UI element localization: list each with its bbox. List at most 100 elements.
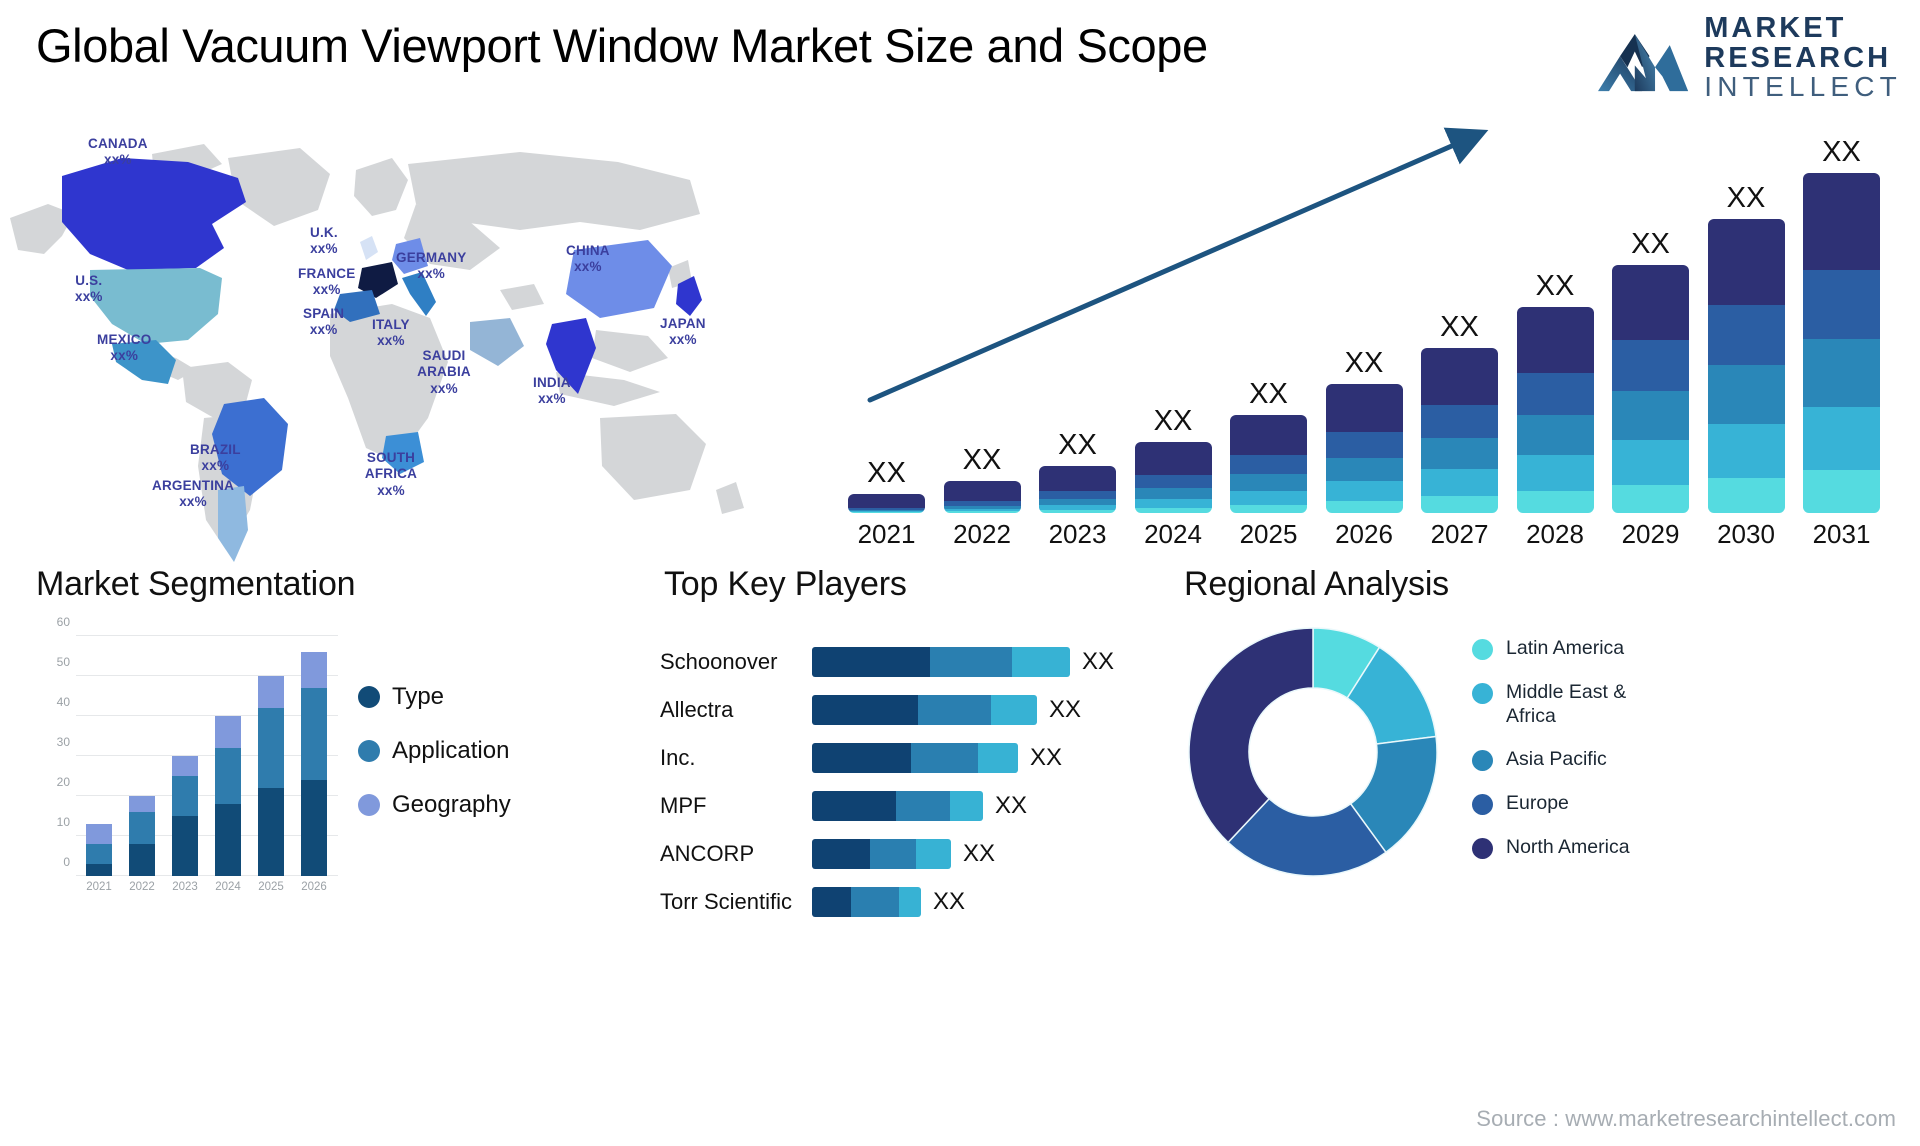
legend-dot-icon xyxy=(358,794,380,816)
map-label-france: FRANCE xx% xyxy=(298,266,355,299)
map-label-italy-name: ITALY xyxy=(372,317,410,332)
growth-segment-segment-5 xyxy=(1134,507,1212,513)
growth-bar-stack xyxy=(1803,173,1880,513)
growth-bar-stack xyxy=(943,481,1021,513)
regional-analysis-title: Regional Analysis xyxy=(1184,565,1449,603)
segmentation-segment-type xyxy=(172,816,198,876)
player-name-label: MPF xyxy=(660,793,707,818)
growth-segment-segment-4 xyxy=(1134,499,1212,508)
growth-bar-value-2023: XX xyxy=(1058,429,1097,462)
growth-segment-segment-3 xyxy=(1421,438,1498,470)
growth-year-label-2027: 2027 xyxy=(1430,519,1489,549)
map-label-mexico-name: MEXICO xyxy=(97,332,152,347)
header: Global Vacuum Viewport Window Market Siz… xyxy=(0,0,1920,120)
segmentation-y-tick: 40 xyxy=(56,695,70,709)
map-label-saudi-arabia: SAUDI ARABIA xx% xyxy=(410,348,478,397)
regional-legend: Latin America Middle East & Africa Asia Pa… xyxy=(1472,637,1656,880)
growth-year-label-2024: 2024 xyxy=(1144,519,1202,549)
map-label-india-name: INDIA xyxy=(533,375,571,390)
player-name-label: Inc. xyxy=(660,745,696,770)
segmentation-segment-application xyxy=(258,708,284,788)
growth-segment-segment-2 xyxy=(1707,305,1785,366)
growth-segment-segment-5 xyxy=(1516,490,1594,513)
map-label-china-name: CHINA xyxy=(566,243,610,258)
growth-segment-segment-4 xyxy=(1803,406,1880,470)
player-bar xyxy=(812,839,951,869)
legend-dot-icon xyxy=(1472,750,1493,772)
segmentation-segment-geography xyxy=(172,756,198,776)
segmentation-legend-label: Type xyxy=(392,683,445,710)
segmentation-segment-application xyxy=(301,688,327,780)
growth-segment-segment-2 xyxy=(1039,491,1116,500)
growth-year-label-2029: 2029 xyxy=(1621,519,1680,549)
player-bar xyxy=(812,791,983,821)
growth-bar-2025: XX 2025 xyxy=(1230,378,1307,549)
regional-donut-chart xyxy=(1188,627,1438,877)
regional-legend-item-latin-america[interactable]: Latin America xyxy=(1472,637,1656,661)
market-segmentation-title: Market Segmentation xyxy=(36,565,356,603)
map-label-japan: JAPAN xx% xyxy=(660,316,706,349)
segmentation-legend-item-type[interactable]: Type xyxy=(358,683,511,711)
segmentation-y-tick: 20 xyxy=(56,775,70,789)
segmentation-segment-application xyxy=(172,776,198,816)
regional-legend-label: North America xyxy=(1506,835,1630,858)
segmentation-segment-type xyxy=(258,788,284,876)
growth-segment-segment-5 xyxy=(1325,500,1403,513)
segmentation-segment-application xyxy=(129,812,155,844)
growth-bar-stack xyxy=(1134,442,1212,513)
map-label-france-name: FRANCE xyxy=(298,266,356,281)
player-value-label: XX xyxy=(933,888,966,915)
map-label-uk-value: xx% xyxy=(310,241,338,257)
player-value-label: XX xyxy=(995,792,1028,819)
regional-legend-item-europe[interactable]: Europe xyxy=(1472,792,1656,816)
growth-segment-segment-1 xyxy=(1707,219,1785,306)
growth-segment-segment-2 xyxy=(1421,404,1498,439)
player-row: Inc. XX xyxy=(620,734,1140,782)
segmentation-legend-item-geography[interactable]: Geography xyxy=(358,791,511,819)
growth-bar-2023: XX 2023 xyxy=(1039,429,1116,549)
player-value-label: XX xyxy=(1030,744,1063,771)
growth-year-label-2023: 2023 xyxy=(1048,519,1107,549)
donut-slice-north-america[interactable] xyxy=(1188,627,1314,844)
regional-legend-item-middle-east-africa[interactable]: Middle East & Africa xyxy=(1472,681,1656,729)
player-row: Schoonover XX xyxy=(620,638,1140,686)
player-row: MPF XX xyxy=(620,782,1140,830)
segmentation-bar-stack xyxy=(172,756,198,876)
segmentation-x-label-2024: 2024 xyxy=(215,881,241,893)
growth-segment-segment-5 xyxy=(943,511,1021,513)
segmentation-segment-geography xyxy=(301,652,327,688)
growth-year-label-2022: 2022 xyxy=(953,519,1011,549)
segmentation-segment-application xyxy=(215,748,241,804)
player-bar-segment-2 xyxy=(851,887,899,917)
growth-segment-segment-4 xyxy=(1516,455,1594,491)
player-bar-segment-1 xyxy=(812,647,930,677)
map-label-france-value: xx% xyxy=(312,282,341,298)
top-key-players-panel: Top Key Players Schoonover XX Allectra XX In… xyxy=(620,565,1140,925)
segmentation-segment-geography xyxy=(258,676,284,708)
segmentation-legend-item-application[interactable]: Application xyxy=(358,737,511,765)
regional-legend-item-north-america[interactable]: North America xyxy=(1472,836,1656,860)
segmentation-gridline xyxy=(76,675,338,676)
legend-dot-icon xyxy=(358,686,380,708)
legend-dot-icon xyxy=(1472,639,1493,660)
regional-analysis-panel: Regional Analysis Latin America Middle Ea… xyxy=(1140,565,1920,925)
segmentation-y-tick: 60 xyxy=(56,615,70,629)
regional-legend-item-asia-pacific[interactable]: Asia Pacific xyxy=(1472,748,1656,772)
player-bar-segment-2 xyxy=(930,647,1012,677)
map-label-mexico-value: xx% xyxy=(110,348,139,364)
segmentation-segment-type xyxy=(301,780,327,876)
growth-segment-segment-1 xyxy=(1325,383,1403,433)
players-list: Schoonover XX Allectra XX Inc. XX MPF XX ANCORP X… xyxy=(620,638,1140,926)
growth-segment-segment-4 xyxy=(1612,439,1689,485)
player-bar-segment-2 xyxy=(918,695,991,725)
segmentation-y-tick: 50 xyxy=(56,655,70,669)
growth-bars-container: XX 2021 XX 2022 XX 2023 XX 2024 XX 2025 XX 2026 XX 20… xyxy=(820,120,1920,565)
growth-bar-2029: XX 2029 xyxy=(1612,228,1689,549)
growth-bar-2026: XX 2026 xyxy=(1325,347,1403,549)
map-label-argentina-value: xx% xyxy=(179,494,207,510)
growth-bar-stack xyxy=(848,493,925,513)
segmentation-bar-stack xyxy=(301,652,327,876)
growth-segment-segment-5 xyxy=(1421,496,1498,513)
segmentation-bar-stack xyxy=(86,824,112,876)
player-bar-segment-1 xyxy=(812,887,851,917)
